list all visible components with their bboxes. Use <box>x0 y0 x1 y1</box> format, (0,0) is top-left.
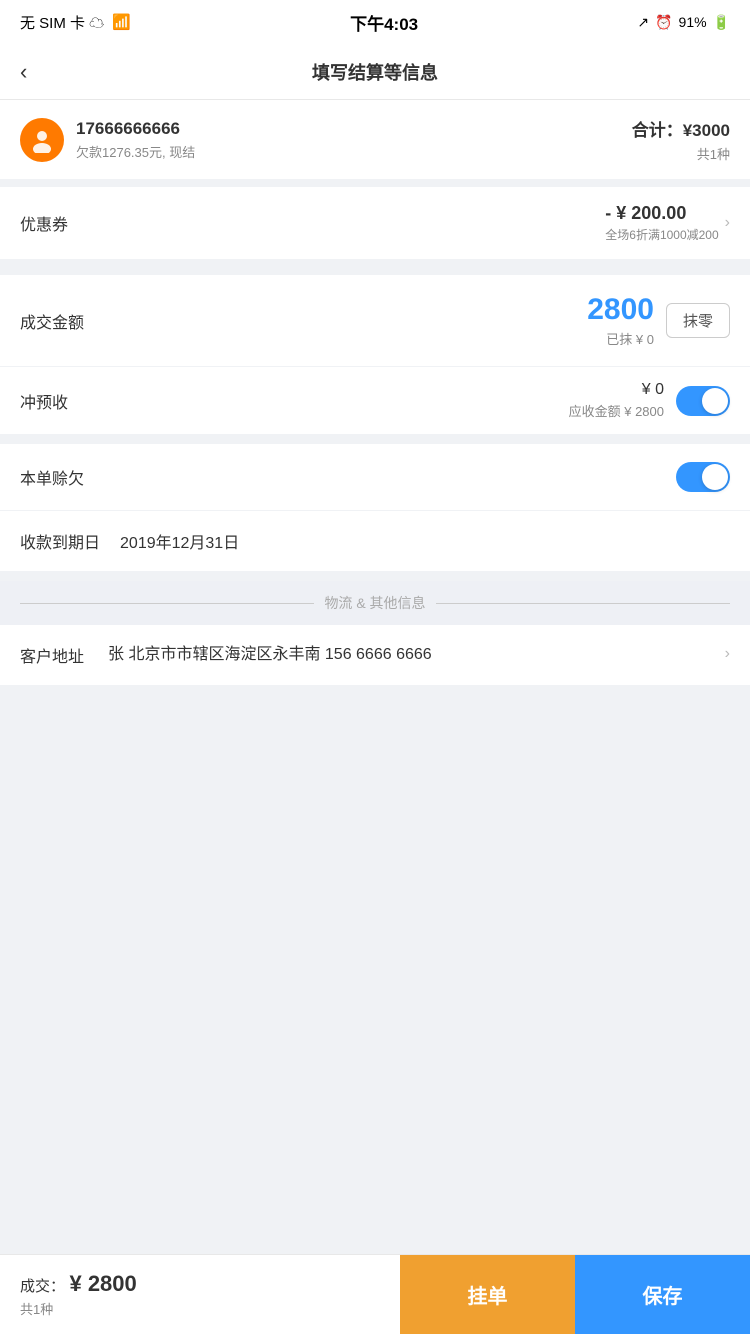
status-bar: 无 SIM 卡 ☁ 📶 下午4:03 ↗ ⏰ 91% 🔋 <box>0 0 750 44</box>
bottom-deal-amount: ¥ 2800 <box>69 1271 136 1296</box>
bottom-deal-label: 成交： <box>20 1278 65 1295</box>
address-row[interactable]: 客户地址 张 北京市市辖区海淀区永丰南 156 6666 6666 › <box>0 625 750 685</box>
prepay-right: ¥ 0 应收金额 ¥ 2800 <box>569 381 730 420</box>
nav-bar: ‹ 填写结算等信息 <box>0 44 750 100</box>
prepay-label: 冲预收 <box>20 389 68 413</box>
customer-left: 17666666666 欠款1276.35元, 现结 <box>20 118 195 162</box>
content-spacer <box>0 685 750 845</box>
prepay-row: 冲预收 ¥ 0 应收金额 ¥ 2800 <box>0 367 750 434</box>
alarm-icon: ⏰ <box>655 14 672 31</box>
battery-icon: 🔋 <box>713 14 730 31</box>
deal-label: 成交金额 <box>20 309 84 333</box>
status-right: ↗ ⏰ 91% 🔋 <box>637 14 730 31</box>
coupon-row[interactable]: 优惠券 - ¥ 200.00 全场6折满1000减200 › <box>0 187 750 259</box>
divider-line-right <box>436 603 730 604</box>
status-left: 无 SIM 卡 ☁ 📶 <box>20 12 131 33</box>
bottom-deal-row: 成交： ¥ 2800 <box>20 1271 380 1297</box>
duedate-label: 收款到期日 <box>20 529 100 553</box>
location-icon: ↗ <box>637 14 649 31</box>
deal-section: 成交金额 2800 已抹 ¥ 0 抹零 冲预收 ¥ 0 应收金额 ¥ 2800 <box>0 275 750 434</box>
logistics-divider: 物流 & 其他信息 <box>0 581 750 625</box>
bottom-summary: 成交： ¥ 2800 共1种 <box>0 1271 400 1318</box>
save-button[interactable]: 保存 <box>575 1255 750 1334</box>
avatar <box>20 118 64 162</box>
coupon-label: 优惠券 <box>20 211 68 235</box>
customer-card: 17666666666 欠款1276.35元, 现结 合计：¥3000 共1种 <box>0 100 750 179</box>
prepay-sub: 应收金额 ¥ 2800 <box>569 401 664 420</box>
bottom-count: 共1种 <box>20 1299 380 1318</box>
address-chevron-icon: › <box>725 645 730 663</box>
deal-row: 成交金额 2800 已抹 ¥ 0 抹零 <box>0 275 750 367</box>
hang-button[interactable]: 挂单 <box>400 1255 575 1334</box>
back-button[interactable]: ‹ <box>20 59 27 85</box>
wifi-icon: 📶 <box>112 13 131 31</box>
credit-label: 本单赊欠 <box>20 465 84 489</box>
round-button[interactable]: 抹零 <box>666 303 730 338</box>
status-time: 下午4:03 <box>350 10 418 35</box>
prepay-amount: ¥ 0 <box>569 381 664 399</box>
section-divider-2 <box>0 434 750 444</box>
deal-right: 2800 已抹 ¥ 0 抹零 <box>587 293 730 348</box>
content: 17666666666 欠款1276.35元, 现结 合计：¥3000 共1种 … <box>0 100 750 845</box>
coupon-discount: - ¥ 200.00 <box>605 203 718 224</box>
total-count: 共1种 <box>632 144 730 163</box>
divider-line-left <box>20 603 314 604</box>
prepay-amount-block: ¥ 0 应收金额 ¥ 2800 <box>569 381 664 420</box>
deal-amount-value: 2800 <box>587 293 654 327</box>
coupon-chevron-icon: › <box>725 214 730 232</box>
duedate-value: 2019年12月31日 <box>120 529 239 553</box>
customer-phone: 17666666666 <box>76 119 195 139</box>
section-divider-1 <box>0 267 750 275</box>
coupon-desc: 全场6折满1000减200 <box>605 226 718 243</box>
credit-toggle[interactable] <box>676 462 730 492</box>
prepay-toggle[interactable] <box>676 386 730 416</box>
section-divider-3 <box>0 571 750 581</box>
page-title: 填写结算等信息 <box>312 59 438 85</box>
no-sim-label: 无 SIM 卡 ☁ <box>20 12 104 33</box>
logistics-label: 物流 & 其他信息 <box>324 593 425 613</box>
battery-label: 91% <box>679 14 707 30</box>
coupon-right: - ¥ 200.00 全场6折满1000减200 › <box>605 203 730 243</box>
address-value: 张 北京市市辖区海淀区永丰南 156 6666 6666 <box>108 643 717 667</box>
toggle-knob <box>702 388 728 414</box>
bottom-bar: 成交： ¥ 2800 共1种 挂单 保存 <box>0 1254 750 1334</box>
deal-sub: 已抹 ¥ 0 <box>587 329 654 348</box>
address-label: 客户地址 <box>20 643 100 667</box>
customer-right: 合计：¥3000 共1种 <box>632 116 730 163</box>
credit-toggle-knob <box>702 464 728 490</box>
total-amount: 合计：¥3000 <box>632 116 730 141</box>
credit-row: 本单赊欠 <box>0 444 750 511</box>
duedate-row: 收款到期日 2019年12月31日 <box>0 511 750 571</box>
customer-debt: 欠款1276.35元, 现结 <box>76 142 195 161</box>
customer-info: 17666666666 欠款1276.35元, 现结 <box>76 119 195 161</box>
